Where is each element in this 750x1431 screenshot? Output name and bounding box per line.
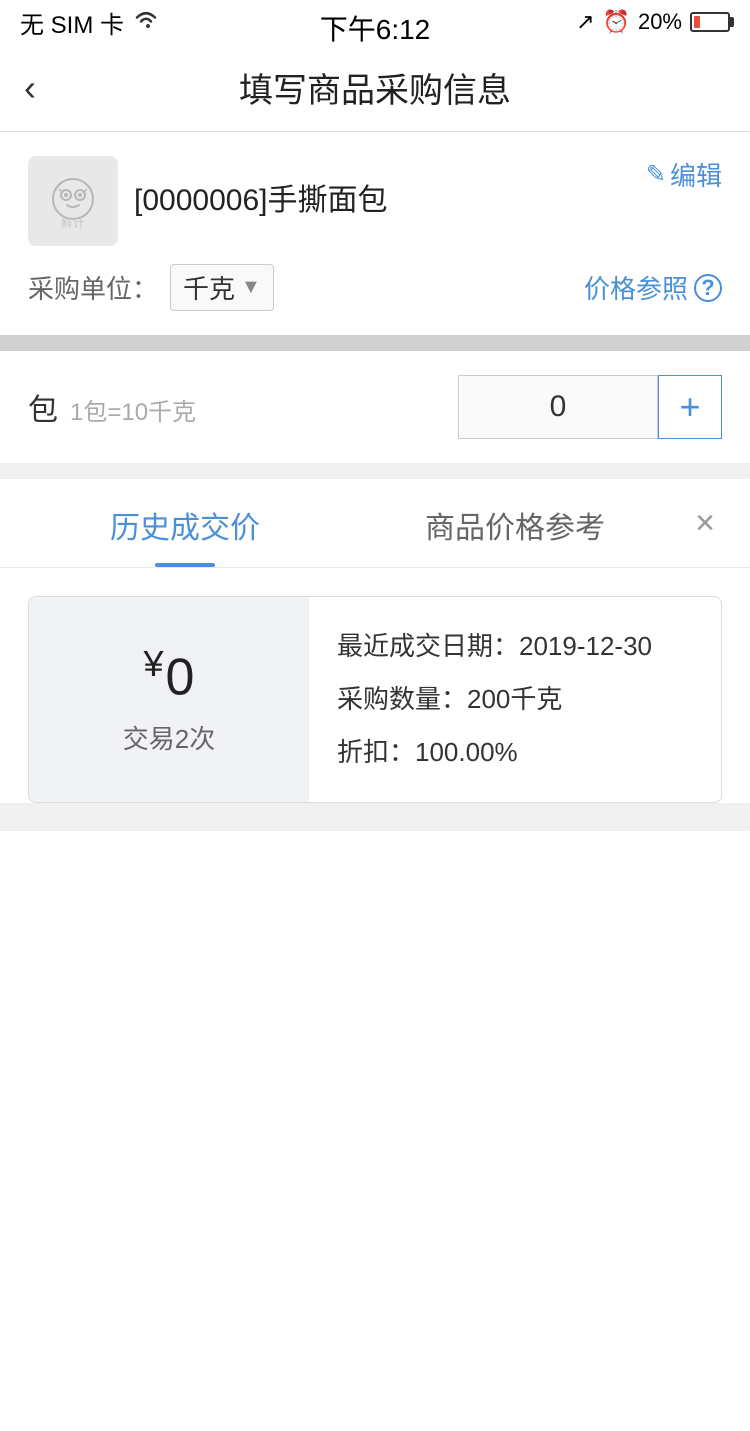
price-ref-label: 价格参照 — [584, 269, 688, 306]
product-card: 鲜计 [0000006]手撕面包 ✎ 编辑 采购单位： 千克 ▼ 价格参照 ? — [0, 132, 750, 335]
wifi-icon — [132, 8, 160, 37]
back-icon: ‹ — [24, 67, 36, 108]
recent-date-label: 最近成交日期： — [337, 631, 519, 661]
quantity-plus-button[interactable]: + — [658, 375, 722, 439]
quantity-label-wrap: 包 1包=10千克 — [28, 385, 196, 429]
quantity-detail-value: 200千克 — [467, 684, 562, 714]
edit-icon: ✎ — [646, 160, 666, 189]
unit-select[interactable]: 千克 ▼ — [170, 264, 274, 311]
tabs-section: 历史成交价 商品价格参考 × ¥0 交易2次 最近成交日期：2019-12-30… — [0, 479, 750, 803]
history-details: 最近成交日期：2019-12-30 采购数量：200千克 折扣：100.00% — [309, 597, 721, 802]
history-price-block: ¥0 交易2次 — [29, 597, 309, 802]
unit-value: 千克 — [183, 269, 235, 306]
alarm-icon: ⏰ — [603, 9, 630, 35]
product-id: [0000006] — [134, 184, 267, 217]
close-icon: × — [695, 504, 715, 543]
product-left: 鲜计 [0000006]手撕面包 — [28, 156, 387, 246]
tabs-close-button[interactable]: × — [680, 498, 730, 548]
bottom-area — [0, 831, 750, 1431]
status-right: ↗ ⏰ 20% — [576, 9, 730, 35]
quantity-hint: 1包=10千克 — [70, 392, 196, 427]
unit-label: 采购单位： — [28, 269, 158, 306]
carrier-text: 无 SIM 卡 — [20, 5, 124, 40]
status-time: 下午6:12 — [320, 8, 431, 48]
purchase-qty-row: 采购数量：200千克 — [337, 680, 693, 719]
discount-row: 折扣：100.00% — [337, 733, 693, 772]
gray-divider — [0, 335, 750, 351]
recent-date-row: 最近成交日期：2019-12-30 — [337, 627, 693, 666]
quantity-unit-label: 包 — [28, 385, 58, 429]
product-title: 手撕面包 — [267, 184, 387, 217]
discount-label: 折扣： — [337, 737, 415, 767]
tab-price-reference[interactable]: 商品价格参考 — [350, 479, 680, 567]
battery-percent: 20% — [638, 9, 682, 35]
edit-button[interactable]: ✎ 编辑 — [646, 156, 722, 193]
history-price-display: ¥0 — [144, 643, 195, 707]
tab-history-label: 历史成交价 — [110, 512, 260, 545]
currency-symbol: ¥ — [144, 643, 164, 684]
back-button[interactable]: ‹ — [24, 67, 36, 109]
history-card: ¥0 交易2次 最近成交日期：2019-12-30 采购数量：200千克 折扣：… — [28, 596, 722, 803]
page-title: 填写商品采购信息 — [239, 63, 511, 112]
product-unit-row: 采购单位： 千克 ▼ 价格参照 ? — [28, 264, 722, 311]
plus-icon: + — [679, 386, 700, 428]
history-trades-label: 交易2次 — [123, 719, 215, 756]
nav-bar: ‹ 填写商品采购信息 — [0, 44, 750, 132]
quantity-input[interactable] — [458, 375, 658, 439]
tab-history-price[interactable]: 历史成交价 — [20, 479, 350, 567]
quantity-row: 包 1包=10千克 + — [0, 351, 750, 463]
svg-text:鲜计: 鲜计 — [61, 216, 85, 230]
tab-reference-label: 商品价格参考 — [425, 512, 605, 545]
product-header: 鲜计 [0000006]手撕面包 ✎ 编辑 — [28, 156, 722, 246]
discount-value: 100.00% — [415, 737, 518, 767]
price-ref-button[interactable]: 价格参照 ? — [584, 269, 722, 306]
tabs-header: 历史成交价 商品价格参考 × — [0, 479, 750, 568]
battery-icon — [690, 12, 730, 32]
product-name: [0000006]手撕面包 — [134, 180, 387, 222]
dropdown-arrow-icon: ▼ — [241, 276, 261, 299]
help-icon: ? — [694, 274, 722, 302]
product-image: 鲜计 — [28, 156, 118, 246]
edit-label: 编辑 — [670, 156, 722, 193]
location-icon: ↗ — [576, 9, 594, 35]
quantity-input-wrap: + — [458, 375, 722, 439]
recent-date-value: 2019-12-30 — [519, 631, 652, 661]
status-left: 无 SIM 卡 — [20, 5, 160, 40]
quantity-detail-label: 采购数量： — [337, 684, 467, 714]
price-value: 0 — [166, 648, 195, 706]
status-bar: 无 SIM 卡 下午6:12 ↗ ⏰ 20% — [0, 0, 750, 44]
